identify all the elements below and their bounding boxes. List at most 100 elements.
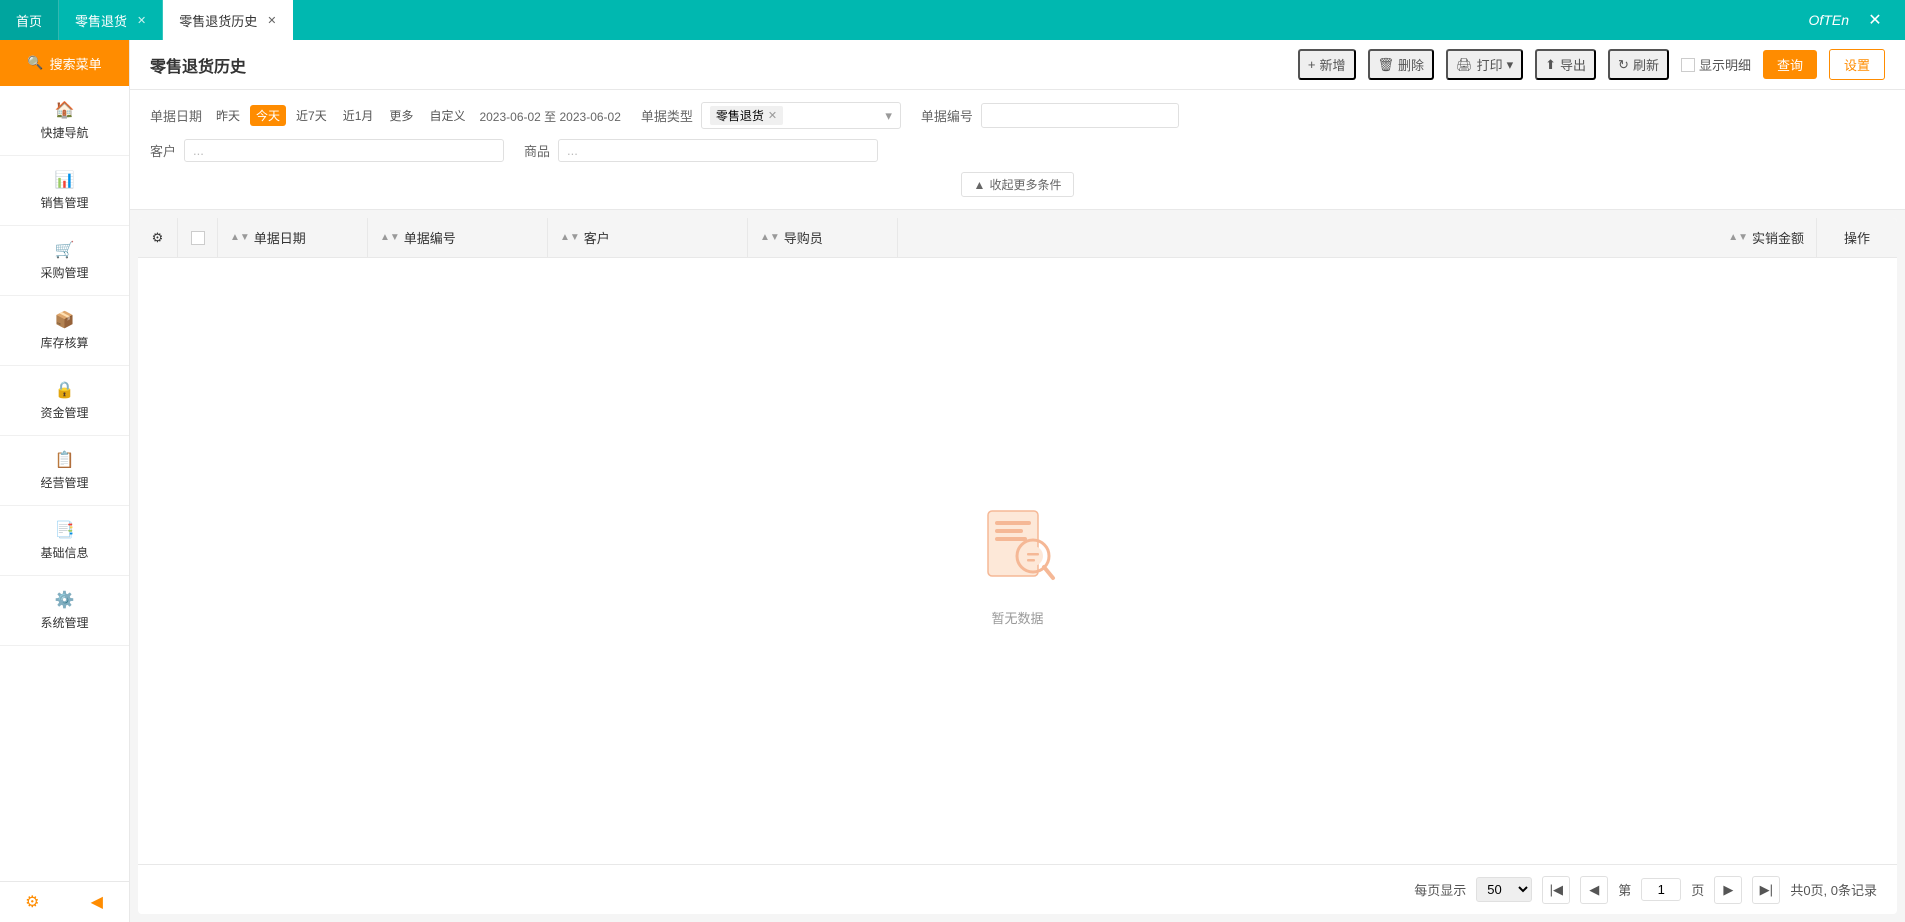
- new-label: 新增: [1320, 55, 1346, 74]
- first-page-button[interactable]: |◀: [1542, 876, 1570, 904]
- doc-type-label: 单据类型: [641, 106, 693, 125]
- th-check[interactable]: [178, 218, 218, 257]
- tab-retail-return[interactable]: 零售退货 ✕: [59, 0, 163, 40]
- sidebar-settings-button[interactable]: ⚙: [0, 882, 65, 922]
- table-container: ⚙ ▲▼ 单据日期 ▲▼ 单据编号 ▲▼ 客户 ▲▼: [138, 218, 1897, 914]
- doc-num-input[interactable]: [981, 103, 1179, 128]
- sidebar-collapse-button[interactable]: ◀: [65, 882, 130, 922]
- collapse-button[interactable]: ▲ 收起更多条件: [961, 172, 1075, 197]
- page-size-select[interactable]: 10 20 50 100: [1476, 877, 1532, 902]
- search-icon: 🔍: [27, 55, 43, 71]
- total-records-label: 共0页, 0条记录: [1790, 880, 1877, 899]
- often-label: OfTEn: [1809, 12, 1849, 28]
- select-all-checkbox[interactable]: [191, 231, 205, 245]
- print-label: 打印: [1477, 55, 1503, 74]
- sort-icon-amount[interactable]: ▲▼: [1728, 233, 1748, 243]
- tab-retail-return-history[interactable]: 零售退货历史 ✕: [163, 0, 293, 40]
- query-label: 查询: [1777, 55, 1803, 74]
- sort-icon-customer[interactable]: ▲▼: [560, 233, 580, 243]
- show-detail-checkbox-group[interactable]: 显示明细: [1681, 55, 1751, 74]
- prev-page-button[interactable]: ◀: [1580, 876, 1608, 904]
- doc-type-select[interactable]: 零售退货 ✕ ▾: [701, 102, 901, 129]
- delete-button[interactable]: 🗑 删除: [1368, 49, 1435, 80]
- tab-home[interactable]: 首页: [0, 0, 59, 40]
- show-detail-checkbox[interactable]: [1681, 58, 1695, 72]
- sidebar-label-system: 系统管理: [40, 614, 88, 631]
- settings-button[interactable]: 设置: [1829, 49, 1885, 80]
- operation-icon: 📋: [55, 450, 75, 470]
- retail-return-tab-label: 零售退货: [75, 11, 127, 30]
- print-icon: 🖨: [1456, 57, 1473, 73]
- filter-area: 单据日期 昨天 今天 近7天 近1月 更多 自定义 2023-06-02 至 2…: [130, 90, 1905, 210]
- next-page-button[interactable]: ▶: [1714, 876, 1742, 904]
- retail-return-history-tab-label: 零售退货历史: [179, 11, 257, 30]
- sort-icon-doc-num[interactable]: ▲▼: [380, 233, 400, 243]
- new-icon: +: [1308, 57, 1316, 72]
- th-amount-label: 实销金额: [1752, 228, 1804, 247]
- doc-num-label: 单据编号: [921, 106, 973, 125]
- sidebar-item-operation[interactable]: 📋 经营管理: [0, 436, 129, 506]
- date-range-display: 2023-06-02 至 2023-06-02: [479, 108, 620, 125]
- home-icon: 🏠: [55, 100, 75, 120]
- sidebar-item-sales-mgmt[interactable]: 📊 销售管理: [0, 156, 129, 226]
- date-btn-more[interactable]: 更多: [383, 105, 419, 126]
- table-settings-icon[interactable]: ⚙: [152, 230, 164, 246]
- customer-placeholder: ...: [193, 143, 204, 158]
- purchase-icon: 🛒: [55, 240, 75, 260]
- sort-icon-guide[interactable]: ▲▼: [760, 233, 780, 243]
- table-header: ⚙ ▲▼ 单据日期 ▲▼ 单据编号 ▲▼ 客户 ▲▼: [138, 218, 1897, 258]
- date-btn-1month[interactable]: 近1月: [337, 105, 380, 126]
- header-actions: + 新增 🗑 删除 🖨 打印 ▾ ⬆ 导出 ↻ 刷: [1298, 49, 1885, 80]
- doc-type-tag-close[interactable]: ✕: [768, 109, 777, 122]
- sidebar-bottom: ⚙ ◀: [0, 881, 129, 922]
- page-number-input[interactable]: [1641, 878, 1681, 901]
- date-btn-custom[interactable]: 自定义: [423, 105, 471, 126]
- page-title: 零售退货历史: [150, 53, 246, 77]
- date-btn-yesterday[interactable]: 昨天: [210, 105, 246, 126]
- tab-bar: 首页 零售退货 ✕ 零售退货历史 ✕: [0, 0, 1809, 40]
- finance-icon: 🔒: [55, 380, 75, 400]
- sidebar-item-basic-info[interactable]: 📑 基础信息: [0, 506, 129, 576]
- content-area: 零售退货历史 + 新增 🗑 删除 🖨 打印 ▾ ⬆ 导出: [130, 40, 1905, 922]
- export-button[interactable]: ⬆ 导出: [1535, 49, 1596, 80]
- th-action: 操作: [1817, 218, 1897, 257]
- goods-select[interactable]: ...: [558, 139, 878, 162]
- search-menu-button[interactable]: 🔍 搜索菜单: [0, 40, 129, 86]
- customer-select[interactable]: ...: [184, 139, 504, 162]
- sidebar: 🔍 搜索菜单 🏠 快捷导航 📊 销售管理 🛒 采购管理 📦 库存核算 🔒 资金管…: [0, 40, 130, 922]
- th-doc-date-label: 单据日期: [254, 228, 306, 247]
- collapse-icon: ▲: [974, 178, 986, 192]
- doc-date-label: 单据日期: [150, 106, 202, 125]
- export-label: 导出: [1560, 55, 1586, 74]
- sidebar-item-system[interactable]: ⚙️ 系统管理: [0, 576, 129, 646]
- sidebar-label-quick-nav: 快捷导航: [40, 124, 88, 141]
- date-btn-today[interactable]: 今天: [250, 105, 286, 126]
- sort-icon-doc-date[interactable]: ▲▼: [230, 233, 250, 243]
- page-label: 第: [1618, 880, 1631, 899]
- retail-return-tab-close[interactable]: ✕: [137, 14, 146, 27]
- date-buttons: 昨天 今天 近7天 近1月 更多 自定义: [210, 105, 471, 126]
- query-button[interactable]: 查询: [1763, 50, 1817, 79]
- collapse-row: ▲ 收起更多条件: [150, 172, 1885, 197]
- print-button[interactable]: 🖨 打印 ▾: [1446, 49, 1523, 80]
- sidebar-item-purchase-mgmt[interactable]: 🛒 采购管理: [0, 226, 129, 296]
- last-page-button[interactable]: ▶|: [1752, 876, 1780, 904]
- settings-label: 设置: [1844, 55, 1870, 74]
- window-close-button[interactable]: ✕: [1861, 6, 1889, 34]
- date-btn-7days[interactable]: 近7天: [290, 105, 333, 126]
- doc-date-filter: 单据日期 昨天 今天 近7天 近1月 更多 自定义 2023-06-02 至 2…: [150, 105, 621, 126]
- sidebar-item-finance[interactable]: 🔒 资金管理: [0, 366, 129, 436]
- th-doc-date: ▲▼ 单据日期: [218, 218, 368, 257]
- refresh-label: 刷新: [1633, 55, 1659, 74]
- delete-label: 删除: [1398, 55, 1424, 74]
- retail-return-history-tab-close[interactable]: ✕: [267, 14, 276, 27]
- refresh-button[interactable]: ↻ 刷新: [1608, 49, 1669, 80]
- doc-type-filter: 单据类型 零售退货 ✕ ▾: [641, 102, 901, 129]
- th-settings[interactable]: ⚙: [138, 218, 178, 257]
- new-button[interactable]: + 新增: [1298, 49, 1356, 80]
- export-icon: ⬆: [1545, 57, 1556, 73]
- filter-row-2: 客户 ... 商品 ...: [150, 139, 1885, 162]
- sidebar-item-inventory[interactable]: 📦 库存核算: [0, 296, 129, 366]
- goods-label: 商品: [524, 141, 550, 160]
- sidebar-item-quick-nav[interactable]: 🏠 快捷导航: [0, 86, 129, 156]
